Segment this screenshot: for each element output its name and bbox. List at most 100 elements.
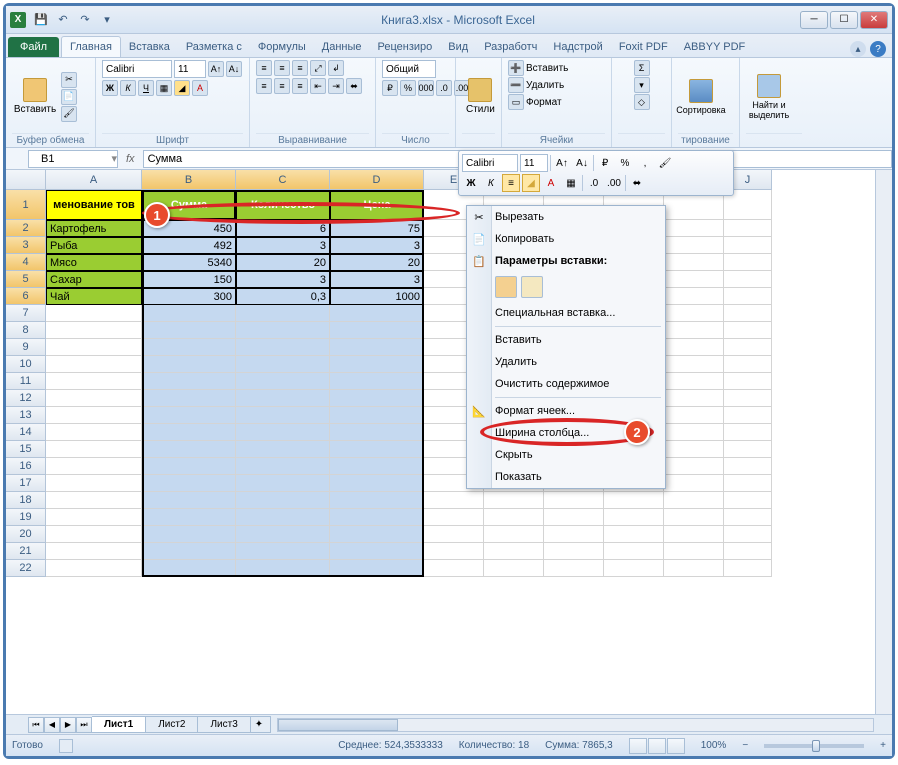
cell-B19[interactable]: [142, 509, 236, 526]
sheet-tab-1[interactable]: Лист1: [92, 716, 146, 733]
font-size-select[interactable]: [174, 60, 206, 78]
row-header-7[interactable]: 7: [6, 305, 46, 322]
cell-D18[interactable]: [330, 492, 424, 509]
zoom-slider[interactable]: [764, 744, 864, 748]
cell-J10[interactable]: [724, 356, 772, 373]
hscroll-thumb[interactable]: [278, 719, 398, 731]
cell-B12[interactable]: [142, 390, 236, 407]
cm-hide[interactable]: Скрыть: [467, 444, 665, 466]
cell-A16[interactable]: [46, 458, 142, 475]
cell-C20[interactable]: [236, 526, 330, 543]
mini-font-name[interactable]: [462, 154, 518, 172]
cell-C11[interactable]: [236, 373, 330, 390]
cell-I18[interactable]: [664, 492, 724, 509]
cell-E22[interactable]: [424, 560, 484, 577]
cell-A13[interactable]: [46, 407, 142, 424]
cell-D7[interactable]: [330, 305, 424, 322]
cell-A17[interactable]: [46, 475, 142, 492]
cell-I11[interactable]: [664, 373, 724, 390]
mini-decrease-font-icon[interactable]: A↓: [573, 154, 591, 172]
help-icon[interactable]: ?: [870, 41, 886, 57]
merge-icon[interactable]: ⬌: [346, 78, 362, 94]
cell-D12[interactable]: [330, 390, 424, 407]
horizontal-scrollbar[interactable]: [277, 718, 874, 732]
cell-E18[interactable]: [424, 492, 484, 509]
cell-J21[interactable]: [724, 543, 772, 560]
cell-J9[interactable]: [724, 339, 772, 356]
cell-B11[interactable]: [142, 373, 236, 390]
mini-increase-font-icon[interactable]: A↑: [553, 154, 571, 172]
cm-insert[interactable]: Вставить: [467, 329, 665, 351]
percent-icon[interactable]: %: [400, 80, 416, 96]
minimize-button[interactable]: ─: [800, 11, 828, 29]
currency-icon[interactable]: ₽: [382, 80, 398, 96]
row-header-20[interactable]: 20: [6, 526, 46, 543]
cell-C1[interactable]: Количество: [236, 190, 330, 220]
find-select-button[interactable]: Найти и выделить: [746, 72, 792, 122]
cell-J2[interactable]: [724, 220, 772, 237]
cell-D11[interactable]: [330, 373, 424, 390]
cell-D9[interactable]: [330, 339, 424, 356]
cell-I6[interactable]: [664, 288, 724, 305]
cell-B16[interactable]: [142, 458, 236, 475]
row-header-6[interactable]: 6: [6, 288, 46, 305]
zoom-thumb[interactable]: [812, 740, 820, 752]
increase-indent-icon[interactable]: ⇥: [328, 78, 344, 94]
cell-D6[interactable]: 1000: [330, 288, 424, 305]
row-header-8[interactable]: 8: [6, 322, 46, 339]
align-right-icon[interactable]: ≡: [292, 78, 308, 94]
cell-I5[interactable]: [664, 271, 724, 288]
row-header-19[interactable]: 19: [6, 509, 46, 526]
cell-E21[interactable]: [424, 543, 484, 560]
cell-I17[interactable]: [664, 475, 724, 492]
cell-J3[interactable]: [724, 237, 772, 254]
border-icon[interactable]: ▦: [156, 80, 172, 96]
cell-A4[interactable]: Мясо: [46, 254, 142, 271]
tab-view[interactable]: Вид: [440, 37, 476, 57]
cm-show[interactable]: Показать: [467, 466, 665, 488]
cell-C10[interactable]: [236, 356, 330, 373]
cell-G20[interactable]: [544, 526, 604, 543]
cell-D8[interactable]: [330, 322, 424, 339]
styles-button[interactable]: Стили: [462, 76, 499, 117]
italic-icon[interactable]: К: [120, 80, 136, 96]
cell-C21[interactable]: [236, 543, 330, 560]
cell-D1[interactable]: Цена: [330, 190, 424, 220]
sheet-nav-first[interactable]: ⏮: [28, 717, 44, 733]
row-header-4[interactable]: 4: [6, 254, 46, 271]
cell-F22[interactable]: [484, 560, 544, 577]
minimize-ribbon-icon[interactable]: ▴: [850, 41, 866, 57]
mini-font-size[interactable]: [520, 154, 548, 172]
cell-J15[interactable]: [724, 441, 772, 458]
bold-icon[interactable]: Ж: [102, 80, 118, 96]
mini-currency-icon[interactable]: ₽: [596, 154, 614, 172]
cell-I10[interactable]: [664, 356, 724, 373]
cell-J12[interactable]: [724, 390, 772, 407]
tab-abbyy[interactable]: ABBYY PDF: [676, 37, 754, 57]
cell-C7[interactable]: [236, 305, 330, 322]
cell-B9[interactable]: [142, 339, 236, 356]
cell-J20[interactable]: [724, 526, 772, 543]
name-box[interactable]: B1 ▾: [28, 150, 118, 168]
mini-fill-color-icon[interactable]: ◢: [522, 174, 540, 192]
mini-format-painter-icon[interactable]: 🖌: [656, 154, 674, 172]
cell-J13[interactable]: [724, 407, 772, 424]
cell-D21[interactable]: [330, 543, 424, 560]
mini-font-color-icon[interactable]: A: [542, 174, 560, 192]
cell-C2[interactable]: 6: [236, 220, 330, 237]
tab-layout[interactable]: Разметка с: [178, 37, 250, 57]
decrease-indent-icon[interactable]: ⇤: [310, 78, 326, 94]
redo-icon[interactable]: ↷: [76, 11, 94, 29]
cut-icon[interactable]: ✂: [61, 72, 77, 88]
cell-A3[interactable]: Рыба: [46, 237, 142, 254]
row-header-3[interactable]: 3: [6, 237, 46, 254]
cell-B22[interactable]: [142, 560, 236, 577]
align-bottom-icon[interactable]: ≡: [292, 60, 308, 76]
tab-review[interactable]: Рецензиро: [370, 37, 441, 57]
cell-A22[interactable]: [46, 560, 142, 577]
undo-icon[interactable]: ↶: [54, 11, 72, 29]
comma-icon[interactable]: 000: [418, 80, 434, 96]
cell-C5[interactable]: 3: [236, 271, 330, 288]
align-middle-icon[interactable]: ≡: [274, 60, 290, 76]
cell-B14[interactable]: [142, 424, 236, 441]
